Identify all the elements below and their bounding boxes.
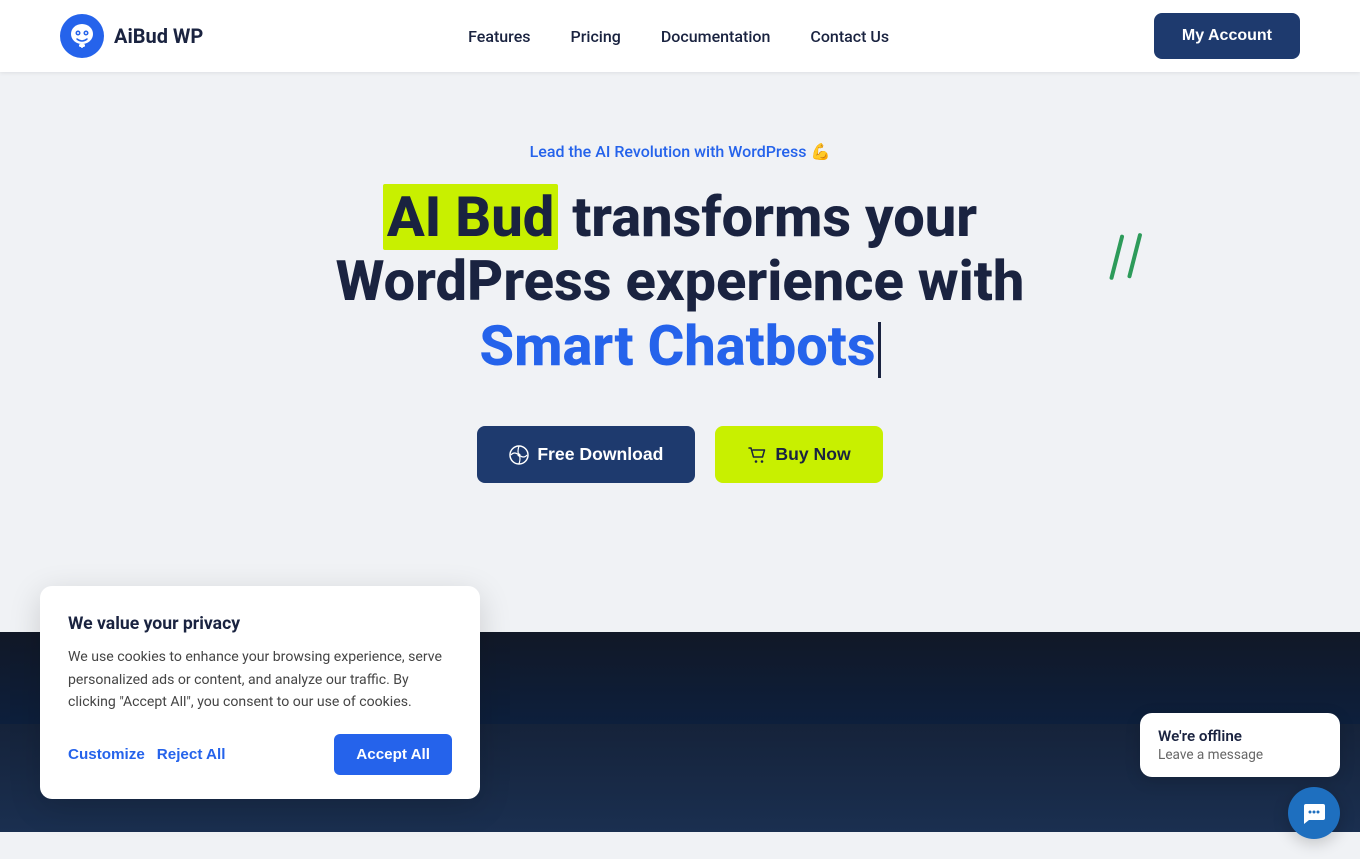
accept-all-button[interactable]: Accept All xyxy=(334,734,452,775)
logo-icon xyxy=(60,14,104,58)
chat-status: We're offline xyxy=(1158,727,1322,745)
wordpress-icon xyxy=(509,445,529,465)
deco-slashes xyxy=(1100,230,1163,289)
nav-links: Features Pricing Documentation Contact U… xyxy=(468,27,889,46)
cookie-title: We value your privacy xyxy=(68,614,452,634)
reject-all-button[interactable]: Reject All xyxy=(157,746,226,763)
hero-section: Lead the AI Revolution with WordPress 💪 … xyxy=(0,72,1360,632)
cookie-buttons: Customize Reject All Accept All xyxy=(68,734,452,775)
customize-button[interactable]: Customize xyxy=(68,746,145,763)
hero-highlight-text: AI Bud transforms your xyxy=(383,184,977,250)
cookie-banner: We value your privacy We use cookies to … xyxy=(40,586,480,799)
chat-open-button[interactable] xyxy=(1288,787,1340,839)
chat-sub: Leave a message xyxy=(1158,747,1322,763)
buy-now-button[interactable]: Buy Now xyxy=(715,426,882,483)
hero-tag: Lead the AI Revolution with WordPress 💪 xyxy=(530,142,831,161)
navbar: AiBud WP Features Pricing Documentation … xyxy=(0,0,1360,72)
free-download-button[interactable]: Free Download xyxy=(477,426,695,483)
brand-name: AiBud WP xyxy=(114,24,203,48)
chat-bubble: We're offline Leave a message xyxy=(1140,713,1340,777)
logo-link[interactable]: AiBud WP xyxy=(60,14,203,58)
hero-buttons: Free Download Buy Now xyxy=(20,426,1340,483)
cart-icon xyxy=(747,445,767,465)
hero-highlight-word: AI Bud xyxy=(383,184,558,250)
my-account-button[interactable]: My Account xyxy=(1154,13,1300,59)
cookie-text: We use cookies to enhance your browsing … xyxy=(68,646,452,714)
nav-contact[interactable]: Contact Us xyxy=(810,27,889,46)
hero-colored-title: Smart Chatbots xyxy=(270,314,1090,378)
chat-icon xyxy=(1301,800,1327,826)
chat-widget: We're offline Leave a message xyxy=(1140,713,1340,839)
nav-documentation[interactable]: Documentation xyxy=(661,27,771,46)
nav-pricing[interactable]: Pricing xyxy=(571,27,621,46)
hero-title: AI Bud transforms your WordPress experie… xyxy=(270,185,1090,378)
cursor-blink xyxy=(878,322,881,378)
nav-features[interactable]: Features xyxy=(468,27,530,46)
